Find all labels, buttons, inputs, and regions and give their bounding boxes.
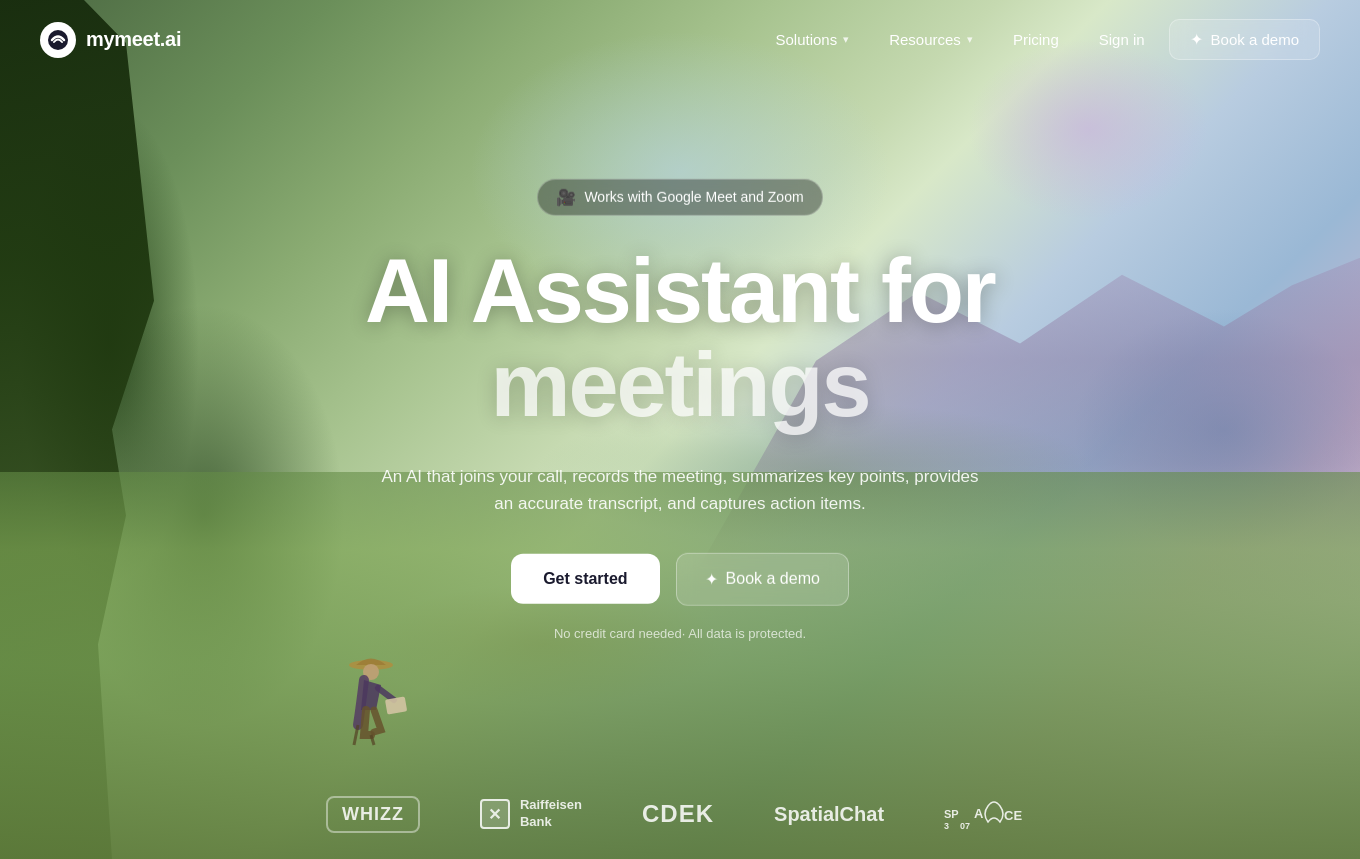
svg-text:A: A bbox=[974, 806, 984, 821]
svg-text:CE: CE bbox=[1004, 808, 1022, 823]
camera-icon: 🎥 bbox=[556, 187, 576, 206]
hero-title: AI Assistant for meetings bbox=[280, 245, 1080, 434]
raiffeisen-text: Raiffeisen Bank bbox=[520, 797, 582, 831]
svg-text:07: 07 bbox=[960, 821, 970, 831]
pricing-nav[interactable]: Pricing bbox=[997, 23, 1075, 56]
brand-sp3: SP 3 07 A CE bbox=[944, 796, 1034, 832]
solutions-chevron-icon: ▾ bbox=[843, 33, 849, 46]
logo[interactable]: mymeet.ai bbox=[40, 22, 181, 58]
navbar: mymeet.ai Solutions ▾ Resources ▾ Pricin… bbox=[0, 0, 1360, 79]
get-started-button[interactable]: Get started bbox=[511, 554, 659, 604]
brand-spatialchat: SpatialChat bbox=[774, 803, 884, 826]
brand-whizz: WHiZZ bbox=[326, 796, 420, 833]
sparkle-icon: ✦ bbox=[1190, 30, 1203, 49]
hero-content: 🎥 Works with Google Meet and Zoom AI Ass… bbox=[280, 178, 1080, 640]
resources-chevron-icon: ▾ bbox=[967, 33, 973, 46]
hero-subtitle: An AI that joins your call, records the … bbox=[380, 462, 980, 516]
sp3-logo: SP 3 07 A CE bbox=[944, 796, 1034, 832]
logo-text: mymeet.ai bbox=[86, 28, 181, 51]
whizz-logo: WHiZZ bbox=[326, 796, 420, 833]
resources-nav[interactable]: Resources ▾ bbox=[873, 23, 989, 56]
svg-text:3: 3 bbox=[944, 821, 949, 831]
raiffeisen-icon: ✕ bbox=[480, 799, 510, 829]
signin-nav[interactable]: Sign in bbox=[1083, 23, 1161, 56]
solutions-nav[interactable]: Solutions ▾ bbox=[759, 23, 865, 56]
nav-links: Solutions ▾ Resources ▾ Pricing Sign in … bbox=[759, 19, 1320, 60]
logo-strip: WHiZZ ✕ Raiffeisen Bank CDEK SpatialChat… bbox=[0, 769, 1360, 859]
cdek-logo: CDEK bbox=[642, 800, 714, 828]
spatialchat-logo: SpatialChat bbox=[774, 803, 884, 826]
nav-book-demo-button[interactable]: ✦ Book a demo bbox=[1169, 19, 1320, 60]
hero-title-line1: AI Assistant for bbox=[280, 245, 1080, 335]
brand-cdek: CDEK bbox=[642, 800, 714, 828]
brand-raiffeisen: ✕ Raiffeisen Bank bbox=[480, 797, 582, 831]
disclaimer-text: No credit card needed· All data is prote… bbox=[280, 626, 1080, 641]
works-badge: 🎥 Works with Google Meet and Zoom bbox=[537, 178, 822, 215]
hero-sparkle-icon: ✦ bbox=[705, 570, 718, 589]
logo-icon bbox=[40, 22, 76, 58]
hero-title-line2: meetings bbox=[280, 335, 1080, 434]
hero-book-demo-button[interactable]: ✦ Book a demo bbox=[676, 553, 849, 606]
svg-text:SP: SP bbox=[944, 808, 959, 820]
hero-buttons: Get started ✦ Book a demo bbox=[280, 553, 1080, 606]
